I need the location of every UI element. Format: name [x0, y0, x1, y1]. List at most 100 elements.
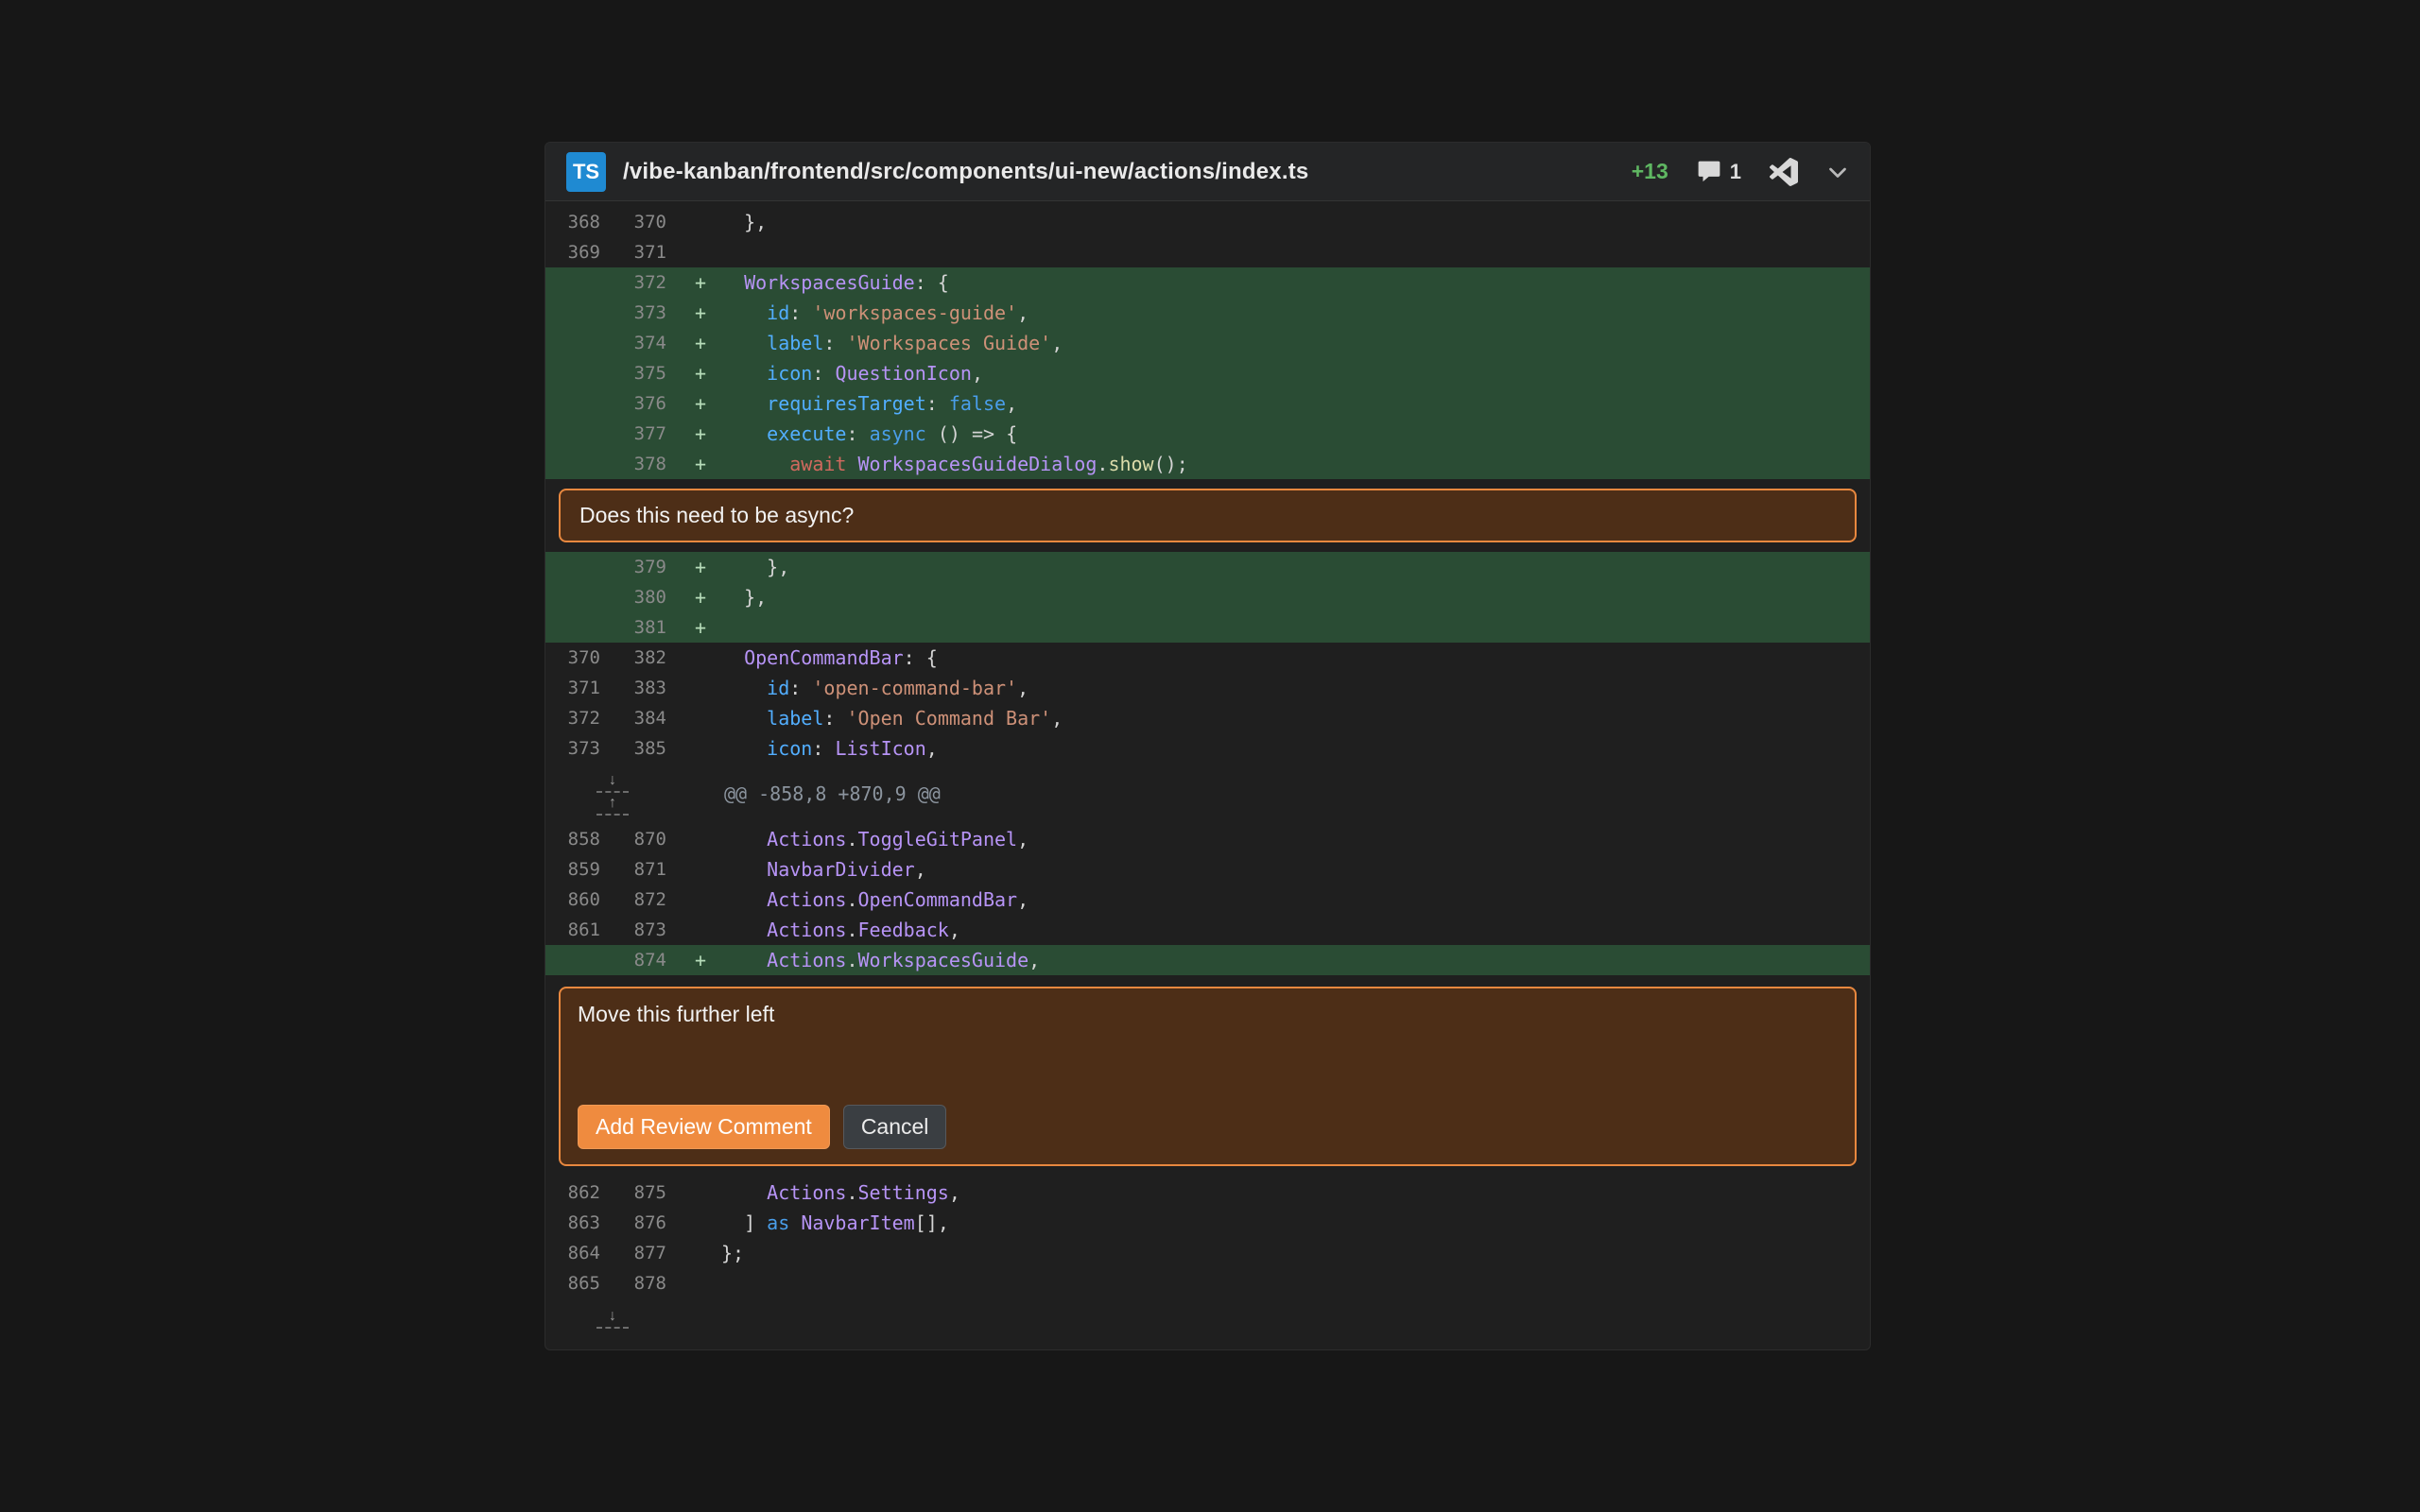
code-line: await WorkspacesGuideDialog.show(); [721, 449, 1870, 479]
line-number-old: 371 [567, 678, 600, 698]
expand-down-button[interactable]: ↓ [596, 772, 629, 793]
code-line: }, [721, 207, 1870, 237]
token-p: : { [914, 271, 949, 294]
line-number-old: 858 [567, 829, 600, 850]
token-id: Actions [767, 1181, 847, 1204]
diff-row[interactable]: 373 + id: 'workspaces-guide', [545, 298, 1870, 328]
token-id: WorkspacesGuide [857, 949, 1029, 971]
token-p [721, 677, 767, 699]
token-p: , [1051, 332, 1063, 354]
diff-row[interactable]: 864 877}; [545, 1238, 1870, 1268]
token-p: () => { [925, 422, 1018, 445]
token-p [721, 453, 789, 475]
diff-marker: + [694, 332, 707, 354]
diff-row[interactable]: 858 870 Actions.ToggleGitPanel, [545, 824, 1870, 854]
add-review-comment-button[interactable]: Add Review Comment [578, 1105, 830, 1149]
diff-marker [680, 733, 721, 764]
diff-row[interactable]: 379 + }, [545, 552, 1870, 582]
diff-hunk-row: ↓ ↑ @@ -858,8 +870,9 @@ [545, 764, 1870, 824]
diff-row[interactable]: 371 383 id: 'open-command-bar', [545, 673, 1870, 703]
open-in-vscode-button[interactable] [1770, 157, 1798, 186]
diff-row[interactable]: 381 + [545, 612, 1870, 643]
token-p: }, [721, 586, 768, 609]
expand-up-button[interactable]: ↑ [596, 795, 629, 816]
cancel-button[interactable]: Cancel [842, 1105, 947, 1149]
diff-marker: + [694, 949, 707, 971]
token-id: OpenCommandBar [857, 888, 1018, 911]
token-p: : [846, 422, 870, 445]
expand-gutter: ↓ ↑ [545, 772, 680, 816]
line-number-old [545, 449, 614, 479]
diff-rows-middle: 379 + }, 380 + }, 381 +370 382 OpenCommandBar:… [545, 552, 1870, 975]
comment-input[interactable]: Move this further left [578, 1002, 1838, 1105]
diff-row[interactable]: 378 + await WorkspacesGuideDialog.show(); [545, 449, 1870, 479]
token-p: . [1097, 453, 1109, 475]
diff-row[interactable]: 862 875 Actions.Settings, [545, 1177, 1870, 1208]
token-st: 'Open Command Bar' [846, 707, 1052, 730]
token-pr: requiresTarget [767, 392, 926, 415]
review-comment[interactable]: Does this need to be async? [559, 489, 1857, 542]
diff-row[interactable]: 368 370 }, [545, 207, 1870, 237]
comment-count-badge: 1 [1697, 160, 1741, 184]
token-p [721, 332, 767, 354]
token-fn: show [1108, 453, 1154, 475]
token-pr: id [767, 301, 790, 324]
diff-marker [680, 237, 721, 267]
line-number-new: 371 [633, 242, 666, 263]
diff-marker [680, 885, 721, 915]
diff-marker: + [694, 301, 707, 324]
diff-row[interactable]: 376 + requiresTarget: false, [545, 388, 1870, 419]
diff-row[interactable]: 863 876 ] as NavbarItem[], [545, 1208, 1870, 1238]
code-line: requiresTarget: false, [721, 388, 1870, 419]
diff-row[interactable]: 861 873 Actions.Feedback, [545, 915, 1870, 945]
diff-row[interactable]: 860 872 Actions.OpenCommandBar, [545, 885, 1870, 915]
line-number-old: 368 [567, 212, 600, 232]
token-pr: label [767, 332, 824, 354]
diff-row[interactable]: 374 + label: 'Workspaces Guide', [545, 328, 1870, 358]
diff-row[interactable]: 865 878 [545, 1268, 1870, 1298]
header-actions: +13 1 [1632, 157, 1849, 186]
expand-down-button[interactable]: ↓ [596, 1308, 629, 1329]
token-id: NavbarItem [801, 1211, 915, 1234]
token-p: : [823, 707, 847, 730]
token-p: , [971, 362, 983, 385]
token-p: , [1017, 828, 1029, 850]
diff-row[interactable]: 373 385 icon: ListIcon, [545, 733, 1870, 764]
diff-row[interactable]: 372 384 label: 'Open Command Bar', [545, 703, 1870, 733]
diff-row[interactable]: 874 + Actions.WorkspacesGuide, [545, 945, 1870, 975]
token-id: Settings [857, 1181, 949, 1204]
diff-row[interactable]: 370 382 OpenCommandBar: { [545, 643, 1870, 673]
collapse-chevron-down-icon[interactable] [1826, 161, 1849, 183]
token-kw: as [767, 1211, 790, 1234]
line-number-new: 876 [633, 1212, 666, 1233]
diff-marker [680, 207, 721, 237]
diff-row[interactable]: 377 + execute: async () => { [545, 419, 1870, 449]
line-number-old: 863 [567, 1212, 600, 1233]
diff-marker: + [694, 616, 707, 639]
code-line: NavbarDivider, [721, 854, 1870, 885]
line-number-new: 370 [633, 212, 666, 232]
token-p: ] [721, 1211, 768, 1234]
code-line: Actions.ToggleGitPanel, [721, 824, 1870, 854]
line-number-new: 379 [633, 557, 666, 577]
line-number-old: 864 [567, 1243, 600, 1263]
line-number-new: 872 [633, 889, 666, 910]
code-line: }, [721, 582, 1870, 612]
diff-marker: + [694, 271, 707, 294]
diff-row[interactable]: 369 371 [545, 237, 1870, 267]
code-line: Actions.WorkspacesGuide, [721, 945, 1870, 975]
token-p: : { [903, 646, 938, 669]
expand-gutter: ↓ [545, 1308, 680, 1329]
diff-row[interactable]: 859 871 NavbarDivider, [545, 854, 1870, 885]
comment-editor-buttons: Add Review Comment Cancel [578, 1105, 1838, 1149]
diff-row[interactable]: 375 + icon: QuestionIcon, [545, 358, 1870, 388]
comment-editor: Move this further left Add Review Commen… [559, 987, 1857, 1166]
diff-row[interactable]: 380 + }, [545, 582, 1870, 612]
line-number-new: 378 [633, 454, 666, 474]
diff-rows-top: 368 370 }, 369 371 372 + WorkspacesGuide: {37… [545, 207, 1870, 479]
token-p [721, 362, 767, 385]
diff-row[interactable]: 372 + WorkspacesGuide: { [545, 267, 1870, 298]
token-p: , [1028, 949, 1041, 971]
token-id: ListIcon [835, 737, 926, 760]
